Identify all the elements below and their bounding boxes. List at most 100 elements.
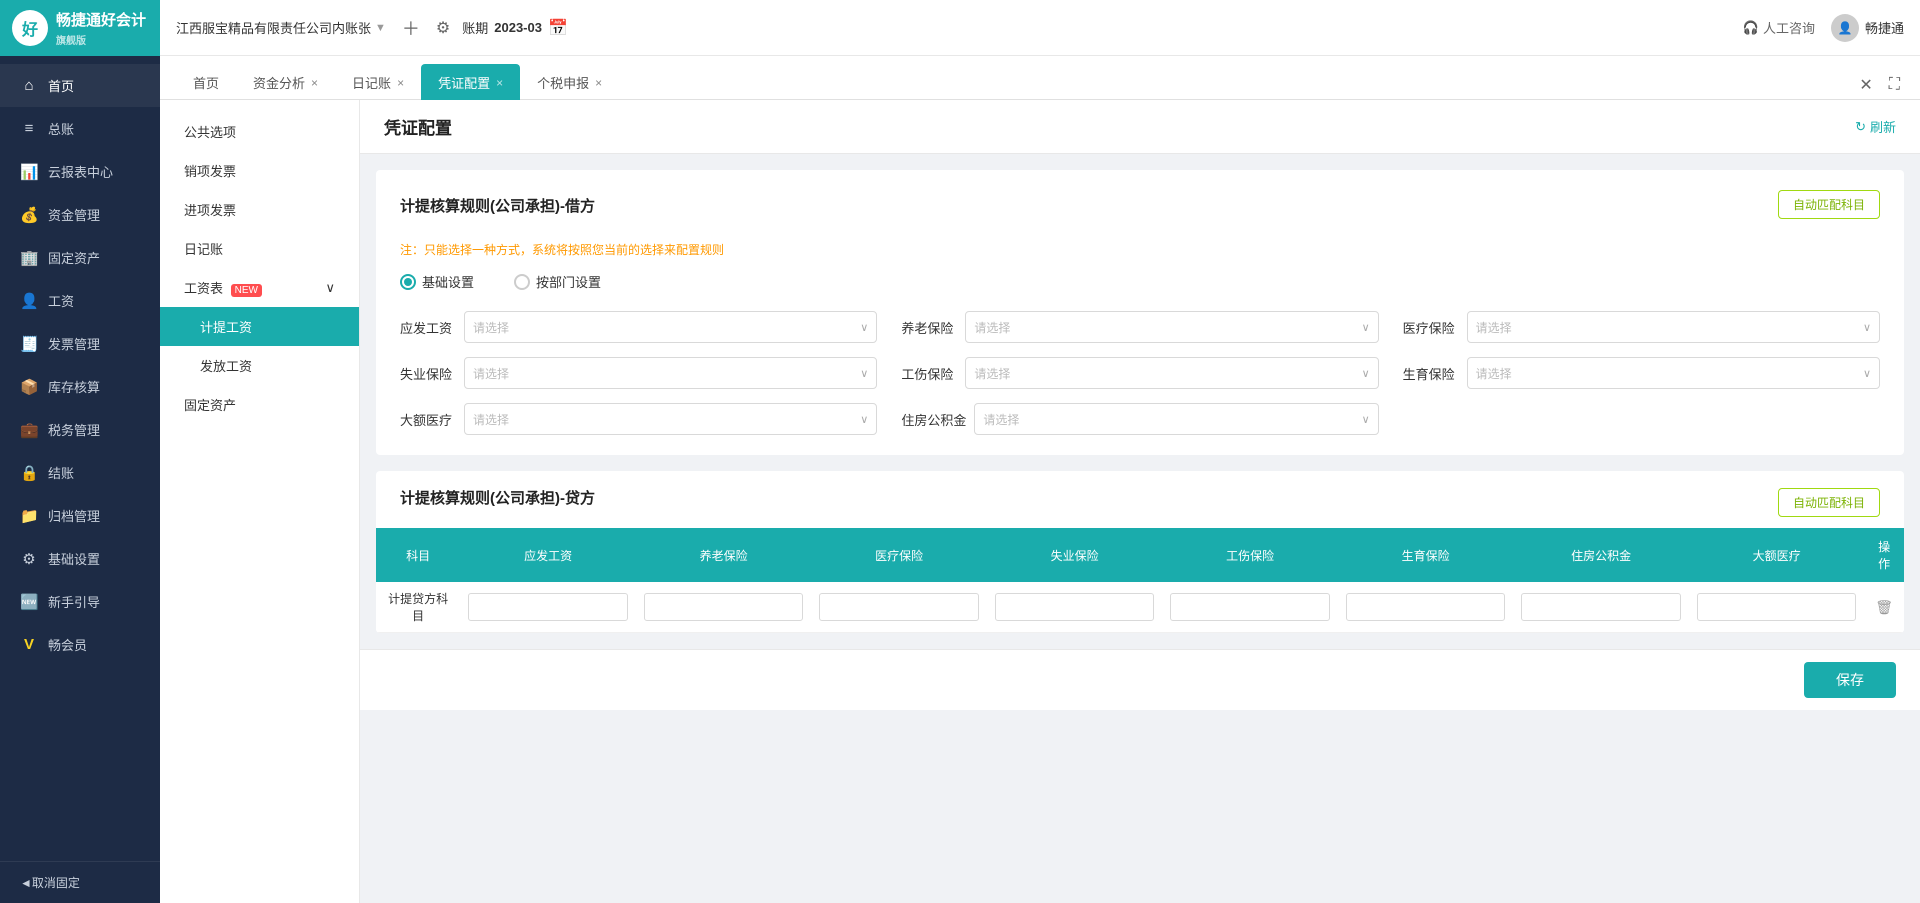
sidebar-item-fixed[interactable]: 🏢 固定资产	[0, 236, 160, 279]
th-subject: 科目	[376, 528, 460, 582]
sidebar-item-archive[interactable]: 📁 归档管理	[0, 494, 160, 537]
sidebar-label-fixed: 固定资产	[48, 248, 100, 267]
select-dale[interactable]: 请选择 ∨	[464, 403, 877, 435]
select-yanglao[interactable]: 请选择 ∨	[965, 311, 1378, 343]
sidebar-label-settings: 基础设置	[48, 549, 100, 568]
input-credit-yiliao[interactable]	[819, 593, 979, 621]
tab-journal-close[interactable]: ×	[397, 76, 404, 90]
th-dale: 大额医疗	[1689, 528, 1865, 582]
label-yanglao: 养老保险	[901, 318, 957, 337]
left-menu-purchase[interactable]: 进项发票	[160, 190, 359, 229]
select-yanglao-placeholder: 请选择	[974, 319, 1010, 336]
auto-match-debit-button[interactable]: 自动匹配科目	[1778, 190, 1880, 219]
save-button[interactable]: 保存	[1804, 662, 1896, 698]
tab-voucher-close[interactable]: ×	[496, 76, 503, 90]
close-tab-button[interactable]: ✕	[1855, 71, 1876, 99]
sidebar-label-reports: 云报表中心	[48, 162, 113, 181]
input-credit-dale[interactable]	[1697, 593, 1857, 621]
left-menu-sales[interactable]: 销项发票	[160, 151, 359, 190]
select-gongshang[interactable]: 请选择 ∨	[965, 357, 1378, 389]
expand-arrow-icon: ∨	[325, 280, 335, 296]
radio-basic[interactable]: 基础设置	[400, 272, 474, 291]
left-menu-payroll-table[interactable]: 工资表 NEW ∨	[160, 268, 359, 307]
th-shiye: 失业保险	[987, 528, 1163, 582]
tab-home[interactable]: 首页	[176, 64, 236, 100]
tab-tax[interactable]: 个税申报 ×	[520, 64, 619, 100]
refresh-button[interactable]: ↻ 刷新	[1855, 117, 1896, 136]
tax-icon: 💼	[20, 421, 38, 439]
sidebar-item-guide[interactable]: 🆕 新手引导	[0, 580, 160, 623]
left-menu-accrued-label: 计提工资	[200, 317, 252, 336]
auto-match-credit-button[interactable]: 自动匹配科目	[1778, 488, 1880, 517]
sidebar-label-vip: 畅会员	[48, 635, 87, 654]
cancel-fixed[interactable]: ◄取消固定	[0, 861, 160, 903]
sidebar-item-fund[interactable]: 💰 资金管理	[0, 193, 160, 236]
left-menu-journal[interactable]: 日记账	[160, 229, 359, 268]
left-panel: 公共选项 销项发票 进项发票 日记账 工资表 NEW ∨ 计提工资 发放工资	[160, 100, 360, 903]
user-menu[interactable]: 👤 畅捷通	[1831, 14, 1904, 42]
tab-voucher[interactable]: 凭证配置 ×	[421, 64, 520, 100]
select-shiye[interactable]: 请选择 ∨	[464, 357, 877, 389]
input-credit-shiye[interactable]	[995, 593, 1155, 621]
left-menu-journal-label: 日记账	[184, 239, 223, 258]
calendar-icon[interactable]: 📅	[548, 18, 568, 38]
left-menu-fixed-assets[interactable]: 固定资产	[160, 385, 359, 424]
sidebar-label-tax: 税务管理	[48, 420, 100, 439]
sidebar-item-invoice[interactable]: 🧾 发票管理	[0, 322, 160, 365]
input-credit-shengyu[interactable]	[1346, 593, 1506, 621]
sidebar-item-close[interactable]: 🔒 结账	[0, 451, 160, 494]
tab-tax-close[interactable]: ×	[595, 76, 602, 90]
service-button[interactable]: 🎧 人工咨询	[1743, 18, 1815, 37]
sidebar-item-tax[interactable]: 💼 税务管理	[0, 408, 160, 451]
select-shengyu[interactable]: 请选择 ∨	[1467, 357, 1880, 389]
form-item-shiye: 失业保险 请选择 ∨	[400, 357, 877, 389]
company-selector[interactable]: 江西服宝精品有限责任公司内账张 ▼	[176, 18, 386, 37]
expand-button[interactable]: ⛶	[1885, 72, 1904, 98]
ledger-icon: ≡	[20, 120, 38, 137]
select-zhufang[interactable]: 请选择 ∨	[974, 403, 1378, 435]
delete-row-icon[interactable]: 🗑	[1875, 599, 1893, 615]
sidebar: 好 畅捷通好会计 旗舰版 ⌂ 首页 ≡ 总账 📊 云报表中心 💰 资金管理 🏢 …	[0, 0, 160, 903]
add-company-button[interactable]: ＋	[398, 15, 424, 41]
sidebar-item-reports[interactable]: 📊 云报表中心	[0, 150, 160, 193]
tab-fund[interactable]: 资金分析 ×	[236, 64, 335, 100]
select-yiliao[interactable]: 请选择 ∨	[1467, 311, 1880, 343]
sidebar-item-salary[interactable]: 👤 工资	[0, 279, 160, 322]
tab-journal[interactable]: 日记账 ×	[335, 64, 421, 100]
sidebar-item-ledger[interactable]: ≡ 总账	[0, 107, 160, 150]
tab-fund-close[interactable]: ×	[311, 76, 318, 90]
input-credit-yanglao[interactable]	[644, 593, 804, 621]
cell-dale	[1689, 582, 1865, 633]
radio-dept[interactable]: 按部门设置	[514, 272, 601, 291]
left-menu-pay-label: 发放工资	[200, 356, 252, 375]
select-shiye-arrow: ∨	[860, 367, 868, 380]
th-zhufang: 住房公积金	[1513, 528, 1689, 582]
sidebar-item-home[interactable]: ⌂ 首页	[0, 64, 160, 107]
select-dale-placeholder: 请选择	[473, 411, 509, 428]
sidebar-item-vip[interactable]: V 畅会员	[0, 623, 160, 666]
label-yiliao: 医疗保险	[1403, 318, 1459, 337]
left-menu-public[interactable]: 公共选项	[160, 112, 359, 151]
sidebar-label-home: 首页	[48, 76, 74, 95]
tabbar-right: ✕ ⛶	[1855, 71, 1904, 99]
credit-header-row: 计提核算规则(公司承担)-贷方 自动匹配科目	[400, 487, 1880, 518]
sidebar-label-guide: 新手引导	[48, 592, 100, 611]
left-menu-pay[interactable]: 发放工资	[160, 346, 359, 385]
cell-subject-name: 计提贷方科目	[376, 582, 460, 633]
left-menu-accrued[interactable]: 计提工资	[160, 307, 359, 346]
sidebar-item-inventory[interactable]: 📦 库存核算	[0, 365, 160, 408]
main-area: 江西服宝精品有限责任公司内账张 ▼ ＋ ⚙ 账期 2023-03 📅 🎧 人工咨…	[160, 0, 1920, 903]
fixed-icon: 🏢	[20, 249, 38, 267]
input-credit-zhufang[interactable]	[1521, 593, 1681, 621]
sidebar-item-settings[interactable]: ⚙ 基础设置	[0, 537, 160, 580]
select-yingfa[interactable]: 请选择 ∨	[464, 311, 877, 343]
input-credit-gongshang[interactable]	[1170, 593, 1330, 621]
input-credit-yingfa[interactable]	[468, 593, 628, 621]
user-label: 畅捷通	[1865, 18, 1904, 37]
credit-table: 科目 应发工资 养老保险 医疗保险 失业保险 工伤保险 生育保险 住房公积金 大…	[376, 528, 1904, 633]
radio-dept-label: 按部门设置	[536, 272, 601, 291]
label-yingfa: 应发工资	[400, 318, 456, 337]
refresh-label: 刷新	[1870, 117, 1896, 136]
select-yingfa-arrow: ∨	[860, 321, 868, 334]
settings-gear-icon[interactable]: ⚙	[436, 18, 450, 38]
